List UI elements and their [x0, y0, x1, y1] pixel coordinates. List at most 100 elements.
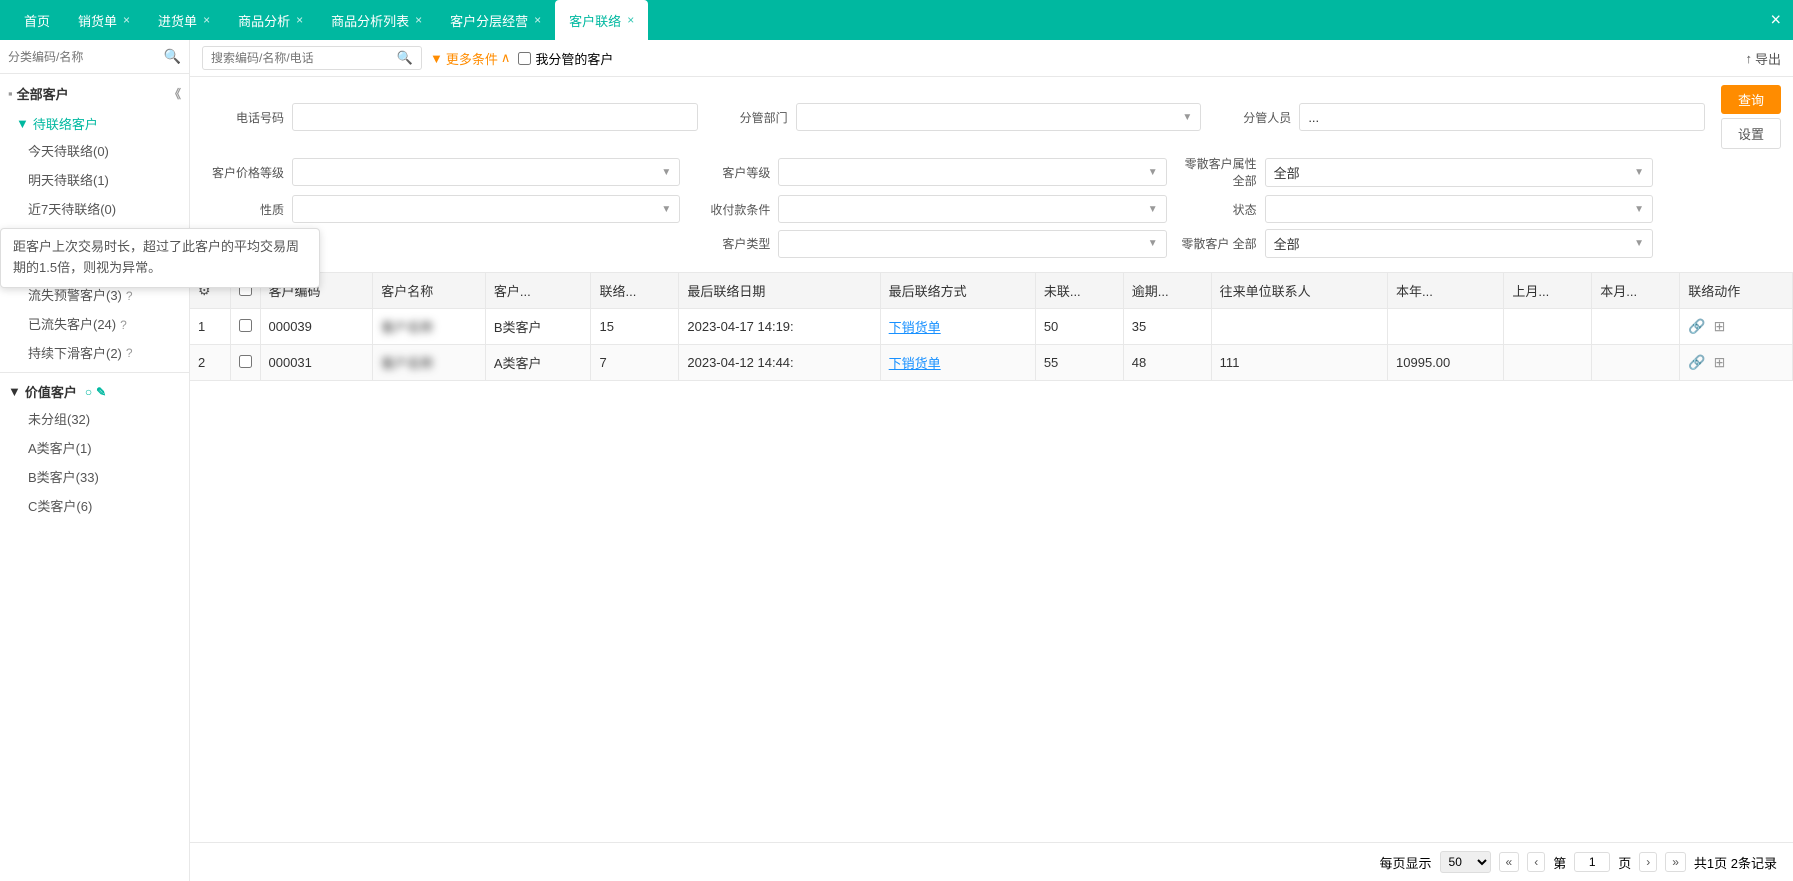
sidebar-body: ▪ 全部客户 《 ▼ 待联络客户 今天待联络(0) 明天待联络(1) 近7天待联…	[0, 74, 189, 881]
filter-nature-input[interactable]: ▼	[292, 195, 680, 223]
th-contact[interactable]: 联络...	[591, 273, 679, 309]
sidebar-item-ungroup[interactable]: 未分组(32)	[0, 406, 189, 435]
sidebar-item-declining[interactable]: 持续下滑客户(2) ?	[0, 340, 189, 369]
sidebar-all-label: 全部客户	[17, 84, 69, 103]
th-unread[interactable]: 未联...	[1035, 273, 1123, 309]
last-page-btn[interactable]: »	[1665, 852, 1686, 872]
th-this-month[interactable]: 本月...	[1592, 273, 1680, 309]
filter-customer-type-input[interactable]: ▼	[778, 230, 1166, 258]
dept-dropdown-arrow: ▼	[1182, 112, 1192, 123]
query-button[interactable]: 查询	[1721, 85, 1781, 114]
filter-more-btn[interactable]: ▼ 更多条件 ∧	[430, 49, 510, 68]
th-name[interactable]: 客户名称	[373, 273, 486, 309]
table-wrap[interactable]: ⚙ 客户编码 客户名称 客户...	[190, 273, 1793, 842]
churn-warning-help-icon[interactable]: ?	[126, 287, 133, 306]
nav-customer-contact-close[interactable]: ×	[627, 13, 634, 27]
sidebar-collapse-btn[interactable]: 《	[169, 85, 181, 102]
th-last-month[interactable]: 上月...	[1504, 273, 1592, 309]
sidebar-item-tomorrow[interactable]: 明天待联络(1)	[0, 167, 189, 196]
sidebar-item-class-c[interactable]: C类客户(6)	[0, 493, 189, 522]
td-index-2: 2	[190, 345, 230, 381]
th-this-year[interactable]: 本年...	[1388, 273, 1504, 309]
filter-phone-input[interactable]	[292, 103, 698, 131]
nav-home[interactable]: 首页	[10, 0, 64, 40]
filter-scattered-input[interactable]: 全部 ▼	[1265, 229, 1653, 258]
th-customer-type[interactable]: 客户...	[485, 273, 591, 309]
nav-customer-tier-close[interactable]: ×	[534, 13, 541, 27]
nav-analysis-list[interactable]: 商品分析列表 ×	[317, 0, 436, 40]
th-overdue[interactable]: 逾期...	[1123, 273, 1211, 309]
per-page-select[interactable]: 20 50 100	[1440, 851, 1491, 873]
next-page-btn[interactable]: ›	[1639, 852, 1657, 872]
sidebar-item-7days[interactable]: 近7天待联络(0)	[0, 196, 189, 225]
sidebar-pending-group[interactable]: ▼ 待联络客户	[0, 109, 189, 138]
td-type-1: B类客户	[485, 309, 591, 345]
value-group-add-icon[interactable]: ✎	[96, 385, 106, 399]
th-last-contact-date[interactable]: 最后联络日期	[679, 273, 880, 309]
td-actions-2: 🔗 ⊞	[1680, 345, 1793, 381]
sidebar-item-today[interactable]: 今天待联络(0)	[0, 138, 189, 167]
td-last-month-2	[1504, 345, 1592, 381]
filter-search-input[interactable]	[211, 51, 397, 65]
td-this-year-2: 10995.00	[1388, 345, 1504, 381]
filter-dept-input[interactable]: ▼	[796, 103, 1202, 131]
filter-search-box: 🔍	[202, 46, 422, 70]
prev-page-btn[interactable]: ‹	[1527, 852, 1545, 872]
filter-phone-label: 电话号码	[202, 109, 292, 126]
value-group-edit-icon[interactable]: ○	[85, 385, 92, 399]
last-method-link-1[interactable]: 下销货单	[889, 320, 941, 335]
sidebar-search-input[interactable]	[8, 50, 164, 64]
row-1-grid-icon[interactable]: ⊞	[1714, 318, 1726, 335]
filter-search-icon[interactable]: 🔍	[397, 50, 413, 66]
nav-purchase[interactable]: 进货单 ×	[144, 0, 224, 40]
sidebar-search-icon[interactable]: 🔍	[164, 48, 181, 65]
last-method-link-2[interactable]: 下销货单	[889, 356, 941, 371]
row-2-link-icon[interactable]: 🔗	[1688, 354, 1705, 371]
filter-price-level-label: 客户价格等级	[202, 164, 292, 181]
export-btn[interactable]: ↑ 导出	[1745, 49, 1781, 68]
page-number-input[interactable]	[1574, 852, 1610, 872]
filter-status-input[interactable]: ▼	[1265, 195, 1653, 223]
my-customers-checkbox[interactable]	[518, 52, 531, 65]
sidebar-value-group[interactable]: ▼ 价值客户 ○ ✎	[0, 377, 189, 406]
th-last-contact-method[interactable]: 最后联络方式	[880, 273, 1035, 309]
row-2-grid-icon[interactable]: ⊞	[1714, 354, 1726, 371]
customer-type-arrow: ▼	[1148, 238, 1158, 249]
filter-price-level-input[interactable]: ▼	[292, 158, 680, 186]
th-unit-contact[interactable]: 往来单位联系人	[1211, 273, 1387, 309]
sidebar-item-class-a[interactable]: A类客户(1)	[0, 435, 189, 464]
filter-scattered-attr-input[interactable]: 全部 ▼	[1265, 158, 1653, 187]
row-2-checkbox[interactable]	[239, 355, 252, 368]
churned-help-icon[interactable]: ?	[120, 316, 127, 335]
set-button[interactable]: 设置	[1721, 118, 1781, 149]
filter-customer-level-label: 客户等级	[688, 164, 778, 181]
table-row: 2 000031 客户名称 A类客户 7 2023-04-12 14:44: 下…	[190, 345, 1793, 381]
nav-customer-contact[interactable]: 客户联络 ×	[555, 0, 648, 40]
filter-customer-level-input[interactable]: ▼	[778, 158, 1166, 186]
nav-analysis-list-label: 商品分析列表	[331, 11, 409, 30]
nav-analysis-close[interactable]: ×	[296, 13, 303, 27]
declining-help-icon[interactable]: ?	[126, 344, 133, 363]
nav-sales-close[interactable]: ×	[123, 13, 130, 27]
filter-row-1: 电话号码 分管部门 ▼ 分管人员 ...	[202, 85, 1781, 149]
first-page-btn[interactable]: «	[1499, 852, 1520, 872]
sidebar-divider	[0, 372, 189, 373]
top-nav: 首页 销货单 × 进货单 × 商品分析 × 商品分析列表 × 客户分层经营 × …	[0, 0, 1793, 40]
sidebar-item-churned[interactable]: 已流失客户(24) ?	[0, 311, 189, 340]
row-2-actions: 🔗 ⊞	[1688, 354, 1784, 371]
nav-customer-tier[interactable]: 客户分层经营 ×	[436, 0, 555, 40]
filter-payment-input[interactable]: ▼	[778, 195, 1166, 223]
sidebar-item-class-b[interactable]: B类客户(33)	[0, 464, 189, 493]
row-1-link-icon[interactable]: 🔗	[1688, 318, 1705, 335]
filter-manager-input[interactable]: ...	[1299, 103, 1705, 131]
row-1-checkbox[interactable]	[239, 319, 252, 332]
nav-analysis-list-close[interactable]: ×	[415, 13, 422, 27]
nav-purchase-close[interactable]: ×	[203, 13, 210, 27]
scattered-attr-arrow: ▼	[1634, 167, 1644, 178]
data-table: ⚙ 客户编码 客户名称 客户...	[190, 273, 1793, 381]
window-close-btn[interactable]: ×	[1770, 10, 1781, 31]
nav-analysis[interactable]: 商品分析 ×	[224, 0, 317, 40]
nav-sales[interactable]: 销货单 ×	[64, 0, 144, 40]
nav-customer-tier-label: 客户分层经营	[450, 11, 528, 30]
td-contact-2: 7	[591, 345, 679, 381]
